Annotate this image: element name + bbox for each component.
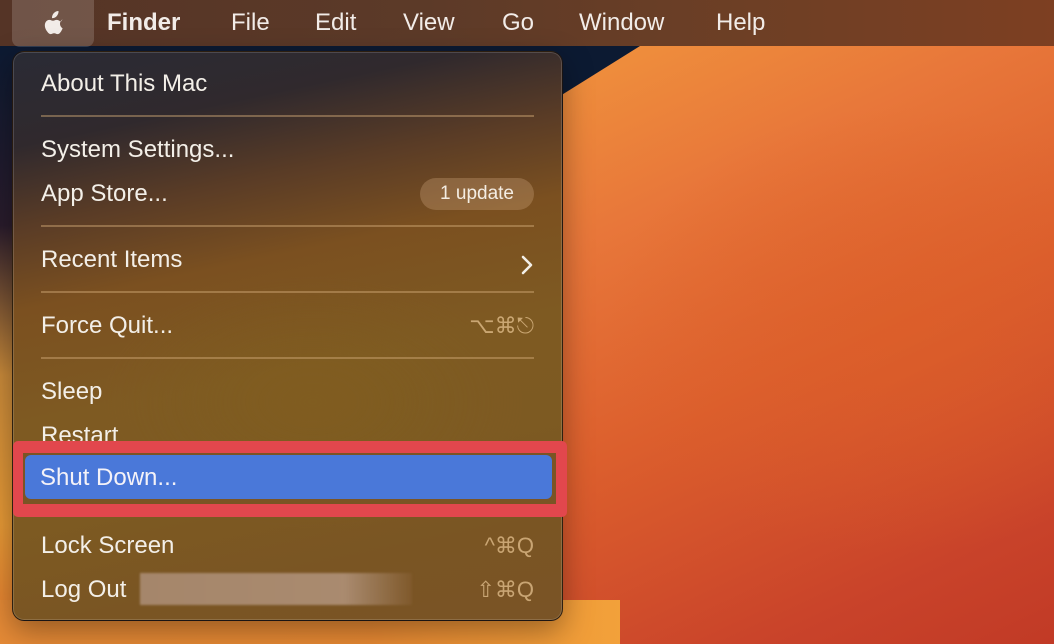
chevron-right-icon [520, 249, 534, 289]
menu-item-sleep[interactable]: Sleep [41, 372, 534, 412]
menu-view[interactable]: View [403, 0, 455, 46]
menu-separator [41, 225, 534, 227]
menu-window[interactable]: Window [579, 0, 664, 46]
redacted-username [140, 573, 412, 605]
menu-separator [41, 115, 534, 117]
menu-separator [41, 291, 534, 293]
menu-edit[interactable]: Edit [315, 0, 356, 46]
shortcut-shift-command-q: ⇧⌘Q [476, 577, 534, 602]
shortcut-control-command-q: ^⌘Q [484, 533, 534, 558]
menu-item-force-quit[interactable]: Force Quit... ⌥⌘⎋ [41, 306, 534, 346]
menu-help[interactable]: Help [716, 0, 765, 46]
apple-logo-icon [44, 10, 63, 34]
menu-item-lock-screen[interactable]: Lock Screen ^⌘Q [41, 526, 534, 566]
menu-item-label: About This Mac [41, 70, 208, 97]
menu-item-label: Recent Items [41, 246, 183, 273]
menu-item-label: System Settings... [41, 136, 235, 163]
menu-item-label: Sleep [41, 378, 103, 405]
menu-item-system-settings[interactable]: System Settings... [41, 130, 534, 170]
menu-item-app-store[interactable]: App Store... 1 update [41, 174, 534, 214]
menu-finder[interactable]: Finder [107, 0, 180, 46]
menu-go[interactable]: Go [502, 0, 534, 46]
apple-menu-button[interactable] [12, 0, 94, 47]
menu-separator [41, 357, 534, 359]
shortcut-option-command-escape: ⌥⌘⎋ [469, 313, 534, 338]
menu-item-label: Log Out [41, 576, 127, 603]
update-badge: 1 update [420, 178, 534, 210]
menu-item-label: Force Quit... [41, 312, 174, 339]
menu-bar: Finder File Edit View Go Window Help [0, 0, 1054, 47]
menu-item-label: Shut Down... [40, 464, 178, 491]
menu-item-about-this-mac[interactable]: About This Mac [41, 64, 534, 104]
menu-item-label: Lock Screen [41, 532, 175, 559]
menu-item-shut-down[interactable]: Shut Down... [25, 455, 552, 499]
menu-file[interactable]: File [231, 0, 270, 46]
apple-menu-dropdown: About This Mac System Settings... App St… [12, 51, 563, 621]
menu-item-label: App Store... [41, 180, 168, 207]
menu-item-recent-items[interactable]: Recent Items [41, 240, 534, 280]
